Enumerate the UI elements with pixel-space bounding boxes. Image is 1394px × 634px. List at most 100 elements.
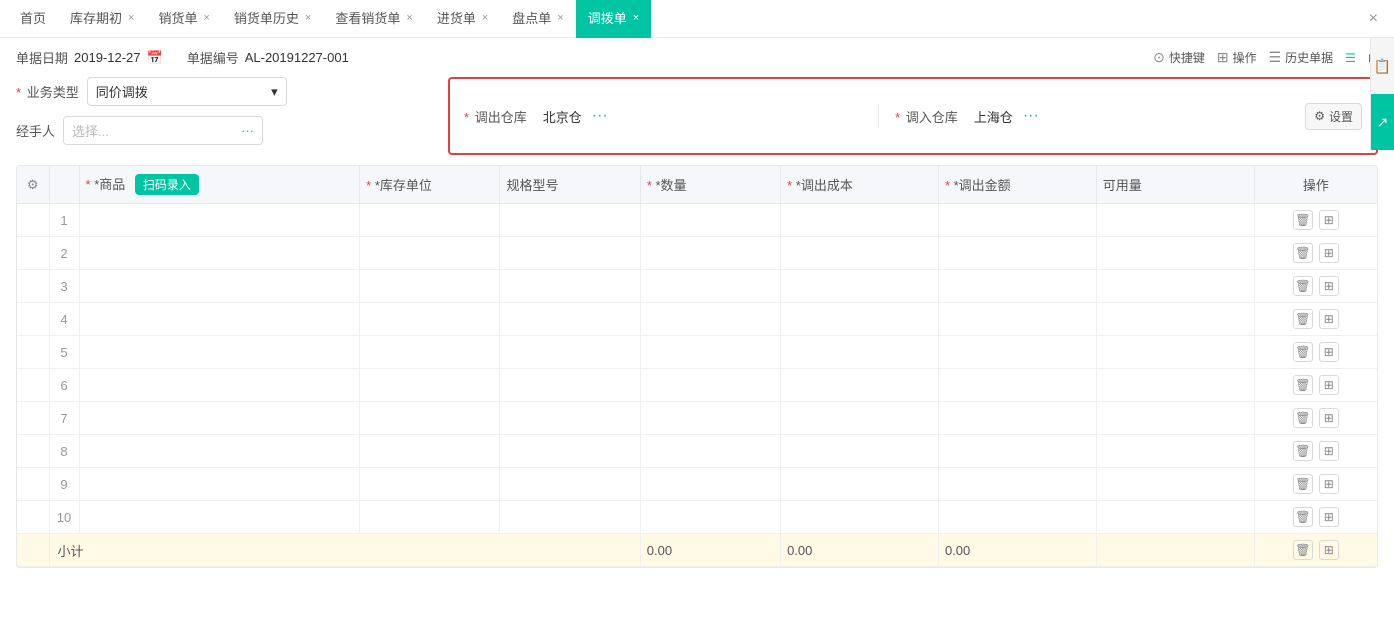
gear-icon: ⚙ xyxy=(1314,109,1325,123)
tab-inventory-init-close[interactable]: × xyxy=(128,12,134,24)
row-product[interactable] xyxy=(79,204,360,237)
panel-notes-icon[interactable]: 📋 xyxy=(1370,38,1394,94)
shortcut-button[interactable]: ⊙ 快捷键 xyxy=(1153,49,1205,66)
row-available xyxy=(1096,336,1254,369)
delete-icon[interactable]: 🗑 xyxy=(1293,441,1313,461)
row-product[interactable] xyxy=(79,369,360,402)
table-row: 7 🗑 ⊞ xyxy=(17,402,1377,435)
scan-button[interactable]: 扫码录入 xyxy=(135,174,199,195)
warehouse-section: * 调出仓库 北京仓 ··· * 调入仓库 上海仓 ··· ⚙ 设置 xyxy=(448,77,1378,155)
row-cost xyxy=(781,204,939,237)
table-settings-icon: ⚙ xyxy=(27,177,39,192)
row-cost xyxy=(781,468,939,501)
transfer-out-more-button[interactable]: ··· xyxy=(592,107,608,125)
tab-view-sales[interactable]: 查看销货单 × xyxy=(323,0,424,38)
copy-icon[interactable]: ⊞ xyxy=(1319,540,1339,560)
operations-label: 操作 xyxy=(1233,49,1257,66)
delete-icon[interactable]: 🗑 xyxy=(1293,474,1313,494)
operations-button[interactable]: ⊞ 操作 xyxy=(1217,49,1257,66)
settings-label: 设置 xyxy=(1329,108,1353,125)
tab-inventory-check-close[interactable]: × xyxy=(557,12,563,24)
row-actions: 🗑 ⊞ xyxy=(1254,402,1377,435)
list-view-button[interactable]: ☰ xyxy=(1345,51,1356,65)
business-type-dropdown[interactable]: 同价调拨 ▾ xyxy=(87,77,287,106)
copy-icon[interactable]: ⊞ xyxy=(1319,210,1339,230)
row-product[interactable] xyxy=(79,468,360,501)
tab-inventory-check[interactable]: 盘点单 × xyxy=(500,0,575,38)
tab-home[interactable]: 首页 xyxy=(8,0,58,38)
row-cost xyxy=(781,303,939,336)
calendar-icon[interactable]: 📅 xyxy=(147,50,163,66)
business-type-value: 同价调拨 xyxy=(96,82,148,101)
row-gear-cell xyxy=(17,402,49,435)
tab-purchase-order-close[interactable]: × xyxy=(482,12,488,24)
row-spec xyxy=(500,468,640,501)
copy-icon[interactable]: ⊞ xyxy=(1319,375,1339,395)
tab-transfer-label: 调拨单 xyxy=(588,8,627,27)
row-product[interactable] xyxy=(79,336,360,369)
history-button[interactable]: ☰ 历史单据 xyxy=(1269,49,1334,66)
panel-expand-icon[interactable]: ↗ xyxy=(1370,94,1394,150)
copy-icon[interactable]: ⊞ xyxy=(1319,342,1339,362)
row-product[interactable] xyxy=(79,270,360,303)
tab-transfer[interactable]: 调拨单 × xyxy=(576,0,651,38)
row-available xyxy=(1096,237,1254,270)
delete-icon[interactable]: 🗑 xyxy=(1293,540,1313,560)
tab-sales-order[interactable]: 销货单 × xyxy=(146,0,221,38)
row-num: 8 xyxy=(49,435,79,468)
shortcut-label: 快捷键 xyxy=(1169,49,1205,66)
delete-icon[interactable]: 🗑 xyxy=(1293,408,1313,428)
delete-icon[interactable]: 🗑 xyxy=(1293,210,1313,230)
delete-icon[interactable]: 🗑 xyxy=(1293,507,1313,527)
tab-purchase-order[interactable]: 进货单 × xyxy=(425,0,500,38)
dropdown-arrow-icon: ▾ xyxy=(271,84,278,100)
tab-view-sales-close[interactable]: × xyxy=(406,12,412,24)
delete-icon[interactable]: 🗑 xyxy=(1293,375,1313,395)
transfer-in-more-button[interactable]: ··· xyxy=(1023,107,1039,125)
window-close-button[interactable]: × xyxy=(1361,10,1386,28)
row-product[interactable] xyxy=(79,303,360,336)
row-cost xyxy=(781,369,939,402)
handler-input[interactable]: 选择... ··· xyxy=(63,116,263,145)
copy-icon[interactable]: ⊞ xyxy=(1319,474,1339,494)
tab-sales-history[interactable]: 销货单历史 × xyxy=(222,0,323,38)
copy-icon[interactable]: ⊞ xyxy=(1319,309,1339,329)
row-amount xyxy=(938,204,1096,237)
delete-icon[interactable]: 🗑 xyxy=(1293,276,1313,296)
row-product[interactable] xyxy=(79,435,360,468)
settings-button[interactable]: ⚙ 设置 xyxy=(1305,103,1362,130)
row-num: 1 xyxy=(49,204,79,237)
copy-icon[interactable]: ⊞ xyxy=(1319,276,1339,296)
top-actions: ⊙ 快捷键 ⊞ 操作 ☰ 历史单据 ☰ ⊟ xyxy=(1153,49,1378,66)
transfer-out-label: * 调出仓库 xyxy=(464,107,527,126)
delete-icon[interactable]: 🗑 xyxy=(1293,243,1313,263)
row-product[interactable] xyxy=(79,402,360,435)
tab-sales-history-label: 销货单历史 xyxy=(234,8,299,27)
table-row: 2 🗑 ⊞ xyxy=(17,237,1377,270)
copy-icon[interactable]: ⊞ xyxy=(1319,243,1339,263)
copy-icon[interactable]: ⊞ xyxy=(1319,408,1339,428)
row-available xyxy=(1096,303,1254,336)
row-actions: 🗑 ⊞ xyxy=(1254,435,1377,468)
row-num: 9 xyxy=(49,468,79,501)
row-product[interactable] xyxy=(79,237,360,270)
row-available xyxy=(1096,204,1254,237)
copy-icon[interactable]: ⊞ xyxy=(1319,507,1339,527)
handler-more-icon: ··· xyxy=(241,123,254,138)
delete-icon[interactable]: 🗑 xyxy=(1293,342,1313,362)
tab-sales-order-close[interactable]: × xyxy=(203,12,209,24)
table-row: 5 🗑 ⊞ xyxy=(17,336,1377,369)
row-product[interactable] xyxy=(79,501,360,534)
row-actions: 🗑 ⊞ xyxy=(1254,468,1377,501)
transfer-out-value: 北京仓 xyxy=(543,107,582,126)
row-unit xyxy=(360,303,500,336)
copy-icon[interactable]: ⊞ xyxy=(1319,441,1339,461)
subtotal-avail xyxy=(1096,534,1254,567)
table-wrapper: ⚙ * *商品 扫码录入 * *库存单位 规格型号 * * xyxy=(16,165,1378,568)
delete-icon[interactable]: 🗑 xyxy=(1293,309,1313,329)
tab-inventory-init[interactable]: 库存期初 × xyxy=(58,0,146,38)
tab-sales-history-close[interactable]: × xyxy=(305,12,311,24)
row-actions: 🗑 ⊞ xyxy=(1254,336,1377,369)
col-gear[interactable]: ⚙ xyxy=(17,166,49,204)
tab-transfer-close[interactable]: × xyxy=(633,12,639,24)
